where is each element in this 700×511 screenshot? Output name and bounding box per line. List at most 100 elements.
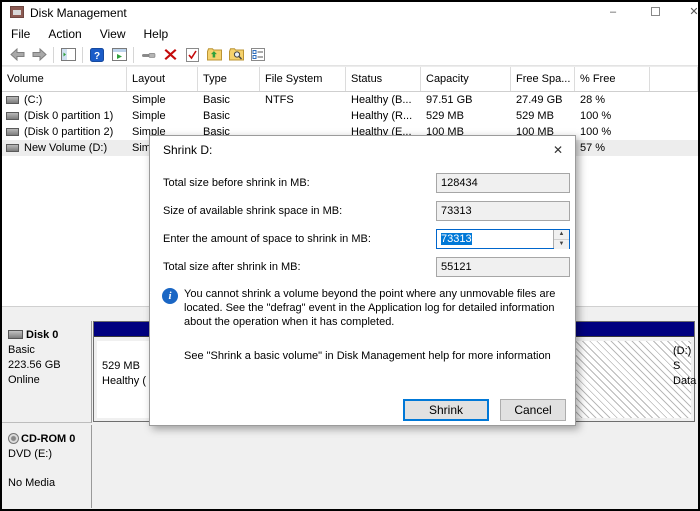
volume-icon <box>6 128 19 136</box>
label-shrink-amount: Enter the amount of space to shrink in M… <box>163 233 371 245</box>
column-header-type[interactable]: Type <box>198 67 260 91</box>
disk-icon <box>8 330 23 339</box>
info-text: You cannot shrink a volume beyond the po… <box>184 287 570 329</box>
volume-icon <box>6 144 19 152</box>
column-header-free-space[interactable]: Free Spa... <box>511 67 575 91</box>
svg-text:?: ? <box>94 51 100 62</box>
volume-name: (Disk 0 partition 1) <box>24 110 113 122</box>
partition-name-fragment: (D:) <box>673 344 700 359</box>
partition-size-label: 529 MB <box>102 359 146 374</box>
menu-file[interactable]: File <box>2 24 39 44</box>
table-row-c[interactable]: (C:) Simple Basic NTFS Healthy (B... 97.… <box>2 92 698 108</box>
disk-management-window: Disk Management – ✕ File Action View Hel… <box>0 0 700 511</box>
cdrom0-status: No Media <box>8 477 91 489</box>
volume-name: (C:) <box>24 94 42 106</box>
menu-action[interactable]: Action <box>39 24 90 44</box>
column-header-file-system[interactable]: File System <box>260 67 346 91</box>
cell-capacity: 529 MB <box>421 110 511 122</box>
close-button[interactable]: ✕ <box>686 2 700 22</box>
folder-search-icon[interactable] <box>225 46 247 64</box>
volume-name: (Disk 0 partition 2) <box>24 126 113 138</box>
info-icon: i <box>162 288 178 304</box>
toolbar-separator <box>53 47 54 63</box>
app-icon <box>10 6 24 18</box>
column-header-volume[interactable]: Volume <box>2 67 127 91</box>
cell-type: Basic <box>198 110 260 122</box>
properties-icon[interactable] <box>247 46 269 64</box>
table-row-partition1[interactable]: (Disk 0 partition 1) Simple Basic Health… <box>2 108 698 124</box>
cell-free-space: 529 MB <box>511 110 575 122</box>
dialog-close-icon[interactable]: ✕ <box>549 141 567 159</box>
help-icon[interactable]: ? <box>86 46 108 64</box>
cell-layout: Simple <box>127 94 198 106</box>
column-header-blank <box>650 67 698 91</box>
dialog-title: Shrink D: <box>163 143 212 157</box>
shrink-button[interactable]: Shrink <box>403 399 489 421</box>
field-total-before: 128434 <box>436 173 570 193</box>
volume-icon <box>6 112 19 120</box>
column-header-pct-free[interactable]: % Free <box>575 67 650 91</box>
partition-status-fragment: Data Partition) <box>673 374 700 389</box>
toolbar: ? <box>2 44 698 66</box>
volume-name: New Volume (D:) <box>24 142 107 154</box>
label-available-space: Size of available shrink space in MB: <box>163 205 342 217</box>
cell-file-system: NTFS <box>260 94 346 106</box>
folder-up-icon[interactable] <box>203 46 225 64</box>
label-total-before: Total size before shrink in MB: <box>163 177 310 189</box>
volume-list-header: Volume Layout Type File System Status Ca… <box>2 66 698 92</box>
cell-status: Healthy (R... <box>346 110 421 122</box>
field-shrink-amount[interactable]: 73313 ▲ ▼ <box>436 229 570 249</box>
cdrom0-name: CD-ROM 0 <box>21 433 75 445</box>
shrink-dialog: Shrink D: ✕ Total size before shrink in … <box>149 135 576 426</box>
menu-help[interactable]: Help <box>135 24 178 44</box>
disk0-size: 223.56 GB <box>8 359 91 371</box>
partition-status-label: Healthy ( <box>102 374 146 389</box>
menu-view[interactable]: View <box>91 24 135 44</box>
help-text: See "Shrink a basic volume" in Disk Mana… <box>184 350 570 362</box>
cell-capacity: 97.51 GB <box>421 94 511 106</box>
field-available-space: 73313 <box>436 201 570 221</box>
forward-icon[interactable] <box>28 46 50 64</box>
disk0-status: Online <box>8 374 91 386</box>
toolbar-separator <box>82 47 83 63</box>
title-bar: Disk Management – ✕ <box>2 2 698 24</box>
cd-rom-icon <box>8 433 19 444</box>
cell-pct-free: 100 % <box>575 126 650 138</box>
column-header-capacity[interactable]: Capacity <box>421 67 511 91</box>
cdrom0-graph <box>93 425 695 507</box>
selected-text: 73313 <box>441 233 472 245</box>
volume-icon <box>6 96 19 104</box>
cell-pct-free: 28 % <box>575 94 650 106</box>
cdrom0-row: CD-ROM 0 DVD (E:) No Media <box>2 425 698 508</box>
label-total-after: Total size after shrink in MB: <box>163 261 301 273</box>
show-action-pane-icon[interactable] <box>108 46 130 64</box>
cell-status: Healthy (B... <box>346 94 421 106</box>
console-tree-icon[interactable] <box>57 46 79 64</box>
cell-free-space: 27.49 GB <box>511 94 575 106</box>
back-icon[interactable] <box>6 46 28 64</box>
column-header-status[interactable]: Status <box>346 67 421 91</box>
cell-pct-free: 100 % <box>575 110 650 122</box>
disk0-info-box[interactable]: Disk 0 Basic 223.56 GB Online <box>2 321 92 423</box>
column-header-layout[interactable]: Layout <box>127 67 198 91</box>
spinner: ▲ ▼ <box>553 230 569 248</box>
cdrom0-info-box[interactable]: CD-ROM 0 DVD (E:) No Media <box>2 425 92 508</box>
spinner-down-icon[interactable]: ▼ <box>554 240 569 249</box>
minimize-button[interactable]: – <box>598 2 628 22</box>
disk0-name: Disk 0 <box>26 329 58 341</box>
tool-icon[interactable] <box>137 46 159 64</box>
spinner-up-icon[interactable]: ▲ <box>554 230 569 240</box>
maximize-button[interactable] <box>640 2 670 22</box>
cdrom0-drive-letter: DVD (E:) <box>8 448 91 460</box>
delete-volume-icon[interactable] <box>159 46 181 64</box>
cell-pct-free: 57 % <box>575 142 650 154</box>
partition-fs-fragment: S <box>673 359 700 374</box>
window-title: Disk Management <box>30 6 127 20</box>
cell-type: Basic <box>198 94 260 106</box>
cell-layout: Simple <box>127 110 198 122</box>
field-total-after: 55121 <box>436 257 570 277</box>
check-document-icon[interactable] <box>181 46 203 64</box>
maximize-icon <box>651 7 660 16</box>
menu-bar: File Action View Help <box>2 24 698 44</box>
cancel-button[interactable]: Cancel <box>500 399 566 421</box>
